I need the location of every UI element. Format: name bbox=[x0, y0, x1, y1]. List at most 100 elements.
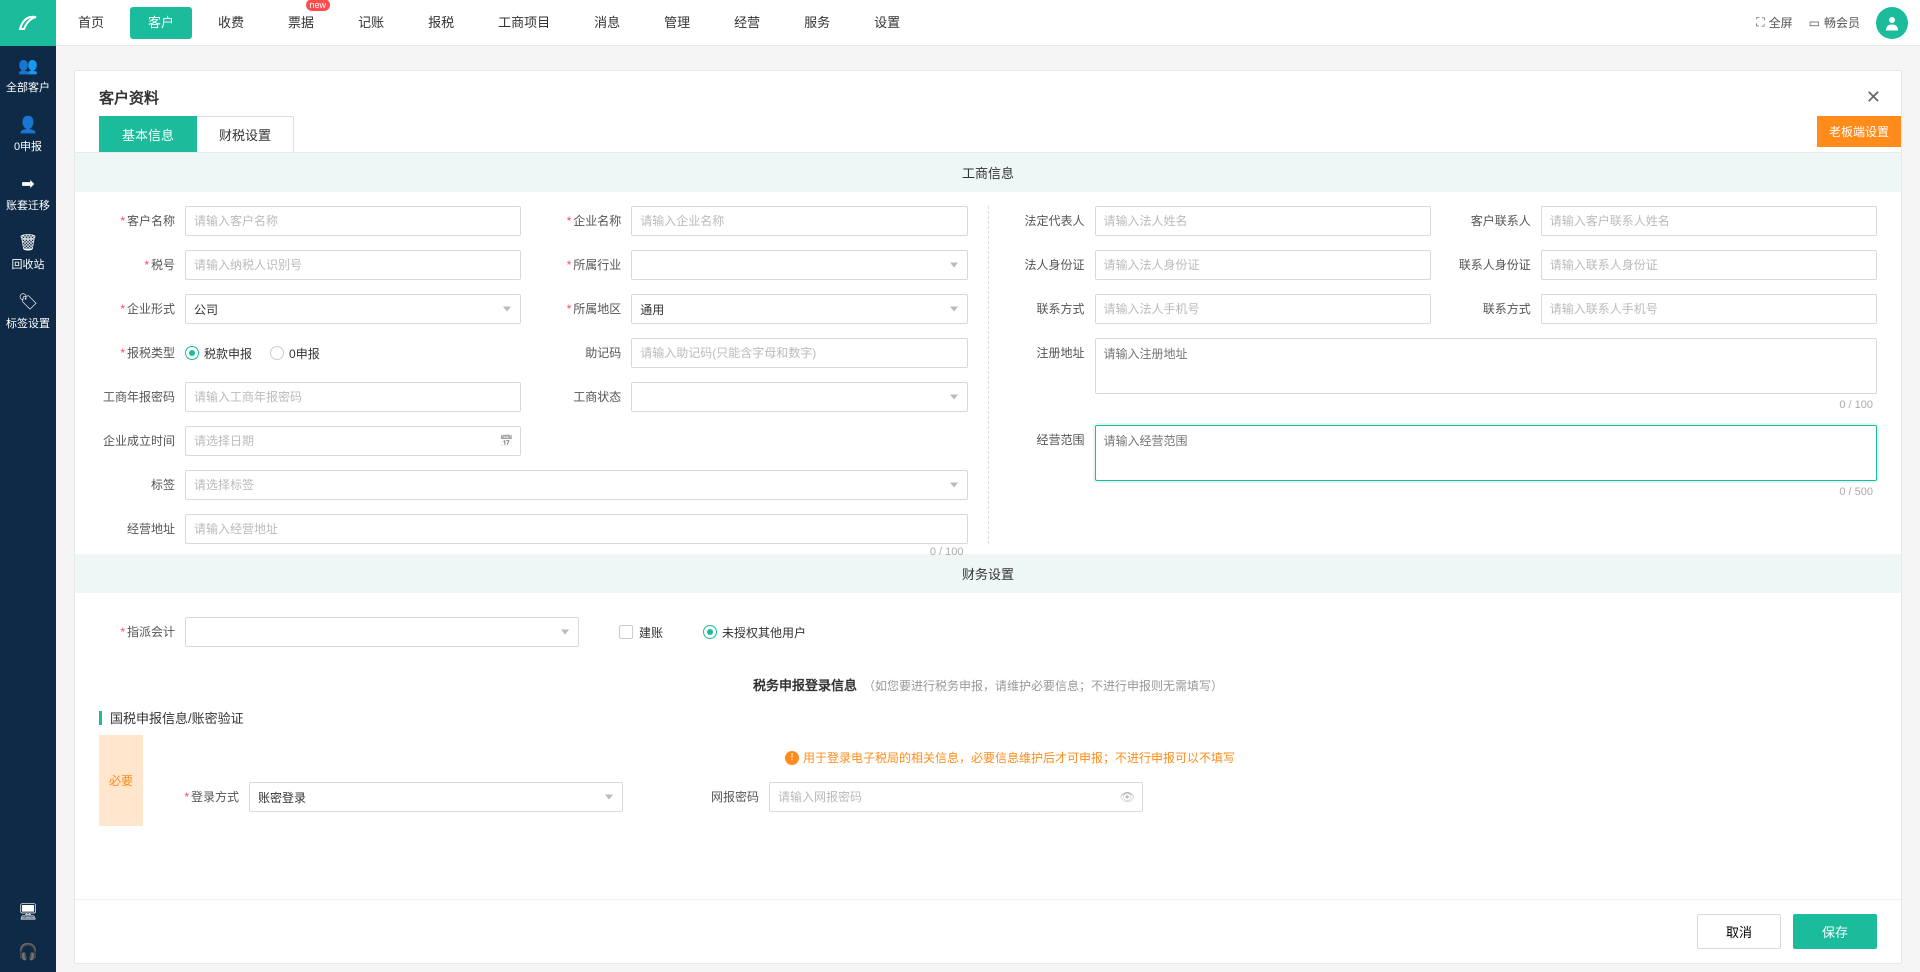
contact-id-input[interactable] bbox=[1541, 250, 1877, 280]
sidebar-item-1[interactable]: 👤0申报 bbox=[6, 105, 50, 164]
legal-id-input[interactable] bbox=[1095, 250, 1431, 280]
label-industry: 所属行业 bbox=[573, 258, 621, 272]
label-tax-type: 报税类型 bbox=[127, 346, 175, 360]
radio-zero-declare[interactable]: 0申报 bbox=[270, 345, 320, 362]
sidebar-item-label: 账套迁移 bbox=[6, 197, 50, 213]
contact-phone-input[interactable] bbox=[1541, 294, 1877, 324]
no-auth-radio[interactable]: 未授权其他用户 bbox=[703, 624, 806, 641]
main-nav: 首页客户收费票据new记账报税工商项目消息管理经营服务设置 bbox=[56, 0, 922, 45]
tax-note: ! 用于登录电子税局的相关信息，必要信息维护后才可申报；不进行申报可以不填写 bbox=[163, 749, 1857, 766]
reg-address-counter: 0 / 100 bbox=[1839, 399, 1873, 411]
biz-status-select[interactable] bbox=[631, 382, 967, 412]
sidebar-bottom-0[interactable]: 🖥 bbox=[18, 892, 38, 932]
section-finance: 财务设置 bbox=[75, 554, 1901, 593]
top-nav: 首页客户收费票据new记账报税工商项目消息管理经营服务设置 ⛶ 全屏 ▭ 畅会员 bbox=[0, 0, 1920, 46]
sidebar-item-0[interactable]: 👥全部客户 bbox=[6, 46, 50, 105]
new-badge: new bbox=[306, 0, 331, 11]
cancel-button[interactable]: 取消 bbox=[1697, 914, 1781, 949]
eye-icon[interactable]: 👁 bbox=[1120, 790, 1135, 804]
sidebar-item-4[interactable]: 🏷标签设置 bbox=[6, 282, 50, 341]
section-business-info: 工商信息 bbox=[75, 153, 1901, 192]
label-reg-address: 注册地址 bbox=[1036, 346, 1084, 360]
boss-settings-button[interactable]: 老板端设置 bbox=[1817, 116, 1901, 147]
fullscreen-button[interactable]: ⛶ 全屏 bbox=[1756, 14, 1792, 31]
app-logo[interactable] bbox=[0, 0, 56, 46]
company-name-input[interactable] bbox=[631, 206, 967, 236]
mnemonic-input[interactable] bbox=[631, 338, 967, 368]
nav-item-2[interactable]: 收费 bbox=[200, 7, 262, 39]
sidebar-bottom-icon: 🖥 bbox=[18, 902, 38, 922]
label-biz-status: 工商状态 bbox=[573, 390, 621, 404]
nav-item-10[interactable]: 服务 bbox=[786, 7, 848, 39]
modal-header: 客户资料 ✕ bbox=[75, 71, 1901, 116]
establish-date-input[interactable] bbox=[185, 426, 521, 456]
tab-basic-info[interactable]: 基本信息 bbox=[99, 116, 197, 152]
label-customer-name: 客户名称 bbox=[127, 214, 175, 228]
tab-tax-settings[interactable]: 财税设置 bbox=[197, 116, 294, 152]
sidebar-icon: 🏷 bbox=[18, 292, 38, 312]
label-biz-scope: 经营范围 bbox=[1036, 433, 1084, 447]
label-contact-phone: 联系方式 bbox=[1483, 302, 1531, 316]
biz-scope-textarea[interactable] bbox=[1095, 425, 1878, 481]
nav-item-11[interactable]: 设置 bbox=[856, 7, 918, 39]
label-company-form: 企业形式 bbox=[127, 302, 175, 316]
assign-accountant-select[interactable] bbox=[185, 617, 579, 647]
label-region: 所属地区 bbox=[573, 302, 621, 316]
user-avatar[interactable] bbox=[1876, 7, 1908, 39]
reg-address-textarea[interactable] bbox=[1095, 338, 1878, 394]
biz-address-input[interactable] bbox=[185, 514, 968, 544]
label-web-pwd: 网报密码 bbox=[711, 790, 759, 804]
nav-item-6[interactable]: 工商项目 bbox=[480, 7, 568, 39]
sidebar-bottom-icon: 🎧 bbox=[18, 942, 38, 962]
tax-login-block: 必要 ! 用于登录电子税局的相关信息，必要信息维护后才可申报；不进行申报可以不填… bbox=[99, 735, 1877, 826]
sidebar-item-label: 全部客户 bbox=[6, 79, 50, 95]
radio-tax-declare[interactable]: 税款申报 bbox=[185, 345, 252, 362]
label-contact-way: 联系方式 bbox=[1036, 302, 1084, 316]
label-annual-pwd: 工商年报密码 bbox=[103, 390, 175, 404]
sidebar: 👥全部客户👤0申报➡账套迁移🗑回收站🏷标签设置 🖥 🎧 bbox=[0, 0, 56, 972]
annual-pwd-input[interactable] bbox=[185, 382, 521, 412]
close-icon[interactable]: ✕ bbox=[1866, 87, 1881, 108]
member-button[interactable]: ▭ 畅会员 bbox=[1809, 14, 1860, 31]
tags-select[interactable] bbox=[185, 470, 968, 500]
form-col-right: 法定代表人 客户联系人 法人身份证 bbox=[988, 206, 1878, 544]
nav-item-8[interactable]: 管理 bbox=[646, 7, 708, 39]
customer-name-input[interactable] bbox=[185, 206, 521, 236]
fullscreen-icon: ⛶ bbox=[1756, 15, 1764, 30]
label-customer-contact: 客户联系人 bbox=[1471, 214, 1531, 228]
sidebar-item-2[interactable]: ➡账套迁移 bbox=[6, 164, 50, 223]
legal-phone-input[interactable] bbox=[1095, 294, 1431, 324]
nav-item-5[interactable]: 报税 bbox=[410, 7, 472, 39]
label-tax-no: 税号 bbox=[151, 258, 175, 272]
region-select[interactable] bbox=[631, 294, 967, 324]
login-type-select[interactable] bbox=[249, 782, 623, 812]
nav-item-4[interactable]: 记账 bbox=[340, 7, 402, 39]
section-tax-login: 税务申报登录信息（如您要进行税务申报，请维护必要信息；不进行申报则无需填写） bbox=[75, 665, 1901, 700]
biz-address-counter: 0 / 100 bbox=[930, 546, 964, 558]
sidebar-bottom-1[interactable]: 🎧 bbox=[18, 932, 38, 972]
company-form-select[interactable] bbox=[185, 294, 521, 324]
create-account-checkbox[interactable]: 建账 bbox=[619, 624, 663, 641]
sidebar-item-label: 0申报 bbox=[14, 138, 42, 154]
modal-footer: 取消 保存 bbox=[75, 899, 1901, 963]
label-establish-date: 企业成立时间 bbox=[103, 434, 175, 448]
label-legal-person: 法定代表人 bbox=[1024, 214, 1084, 228]
nav-item-7[interactable]: 消息 bbox=[576, 7, 638, 39]
biz-scope-counter: 0 / 500 bbox=[1839, 486, 1873, 498]
tax-no-input[interactable] bbox=[185, 250, 521, 280]
save-button[interactable]: 保存 bbox=[1793, 914, 1877, 949]
web-pwd-input[interactable] bbox=[769, 782, 1143, 812]
modal-body: 工商信息 *客户名称 *企业名称 bbox=[75, 153, 1901, 899]
sidebar-item-label: 回收站 bbox=[12, 256, 45, 272]
customer-modal: 客户资料 ✕ 基本信息 财税设置 老板端设置 工商信息 *客户名称 bbox=[74, 70, 1902, 964]
sidebar-item-3[interactable]: 🗑回收站 bbox=[6, 223, 50, 282]
nav-item-9[interactable]: 经营 bbox=[716, 7, 778, 39]
nav-item-3[interactable]: 票据new bbox=[270, 7, 332, 39]
nav-item-0[interactable]: 首页 bbox=[60, 7, 122, 39]
label-legal-id: 法人身份证 bbox=[1024, 258, 1084, 272]
industry-select[interactable] bbox=[631, 250, 967, 280]
nav-item-1[interactable]: 客户 bbox=[130, 7, 192, 39]
legal-person-input[interactable] bbox=[1095, 206, 1431, 236]
main-area: 客户资料 ✕ 基本信息 财税设置 老板端设置 工商信息 *客户名称 bbox=[56, 0, 1920, 972]
customer-contact-input[interactable] bbox=[1541, 206, 1877, 236]
